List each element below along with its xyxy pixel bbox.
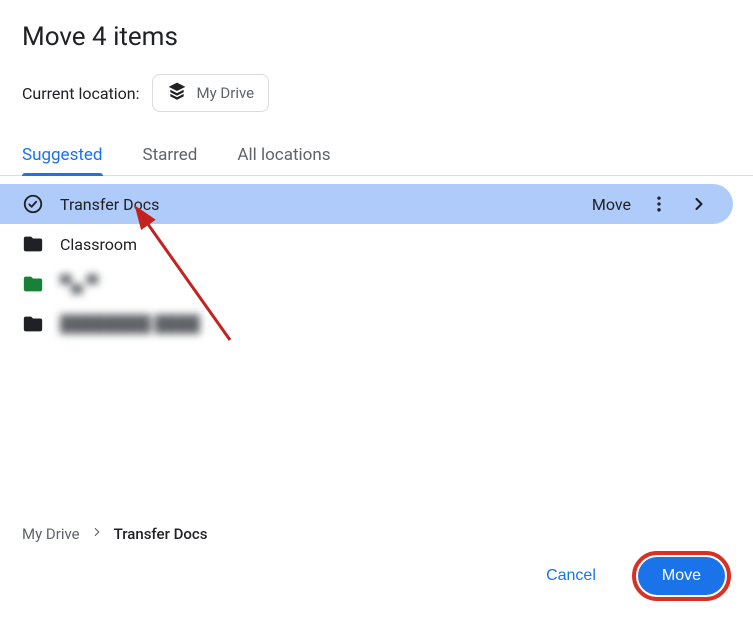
folder-icon bbox=[22, 233, 44, 255]
annotation-highlight: Move bbox=[632, 551, 731, 601]
move-here-label: Move bbox=[592, 195, 631, 214]
tab-starred[interactable]: Starred bbox=[143, 134, 198, 175]
folder-name: Classroom bbox=[60, 235, 731, 254]
tabs: Suggested Starred All locations bbox=[0, 134, 753, 176]
current-location-row: Current location: My Drive bbox=[0, 74, 753, 112]
drive-icon bbox=[167, 81, 187, 105]
current-location-name: My Drive bbox=[197, 84, 255, 102]
breadcrumb: My Drive Transfer Docs bbox=[22, 525, 207, 543]
chevron-right-icon bbox=[90, 525, 104, 543]
folder-name: ▀▄ ▀ bbox=[60, 274, 731, 294]
folder-list: Transfer Docs Move Classroom ▀▄ ▀ bbox=[0, 184, 753, 344]
folder-row-redacted-2[interactable]: ████████ ████ bbox=[0, 304, 753, 344]
current-location-chip[interactable]: My Drive bbox=[152, 74, 270, 112]
folder-row-transfer-docs[interactable]: Transfer Docs Move bbox=[0, 184, 733, 224]
tab-all-locations[interactable]: All locations bbox=[237, 134, 330, 175]
folder-row-redacted-1[interactable]: ▀▄ ▀ bbox=[0, 264, 753, 304]
shared-folder-icon bbox=[22, 273, 44, 295]
tab-suggested[interactable]: Suggested bbox=[22, 134, 103, 175]
dialog-footer: Cancel Move bbox=[530, 551, 731, 601]
folder-row-classroom[interactable]: Classroom bbox=[0, 224, 753, 264]
more-options-icon[interactable] bbox=[647, 192, 671, 216]
folder-icon bbox=[22, 313, 44, 335]
dialog-title: Move 4 items bbox=[0, 22, 753, 52]
breadcrumb-current: Transfer Docs bbox=[114, 525, 208, 543]
checkmark-circle-icon bbox=[22, 193, 44, 215]
breadcrumb-root[interactable]: My Drive bbox=[22, 525, 80, 543]
folder-name: ████████ ████ bbox=[60, 314, 731, 334]
move-button[interactable]: Move bbox=[638, 557, 725, 595]
cancel-button[interactable]: Cancel bbox=[530, 557, 612, 595]
navigate-into-icon[interactable] bbox=[687, 192, 711, 216]
current-location-label: Current location: bbox=[22, 84, 140, 103]
move-dialog: Move 4 items Current location: My Drive … bbox=[0, 0, 753, 623]
folder-name: Transfer Docs bbox=[60, 195, 576, 214]
